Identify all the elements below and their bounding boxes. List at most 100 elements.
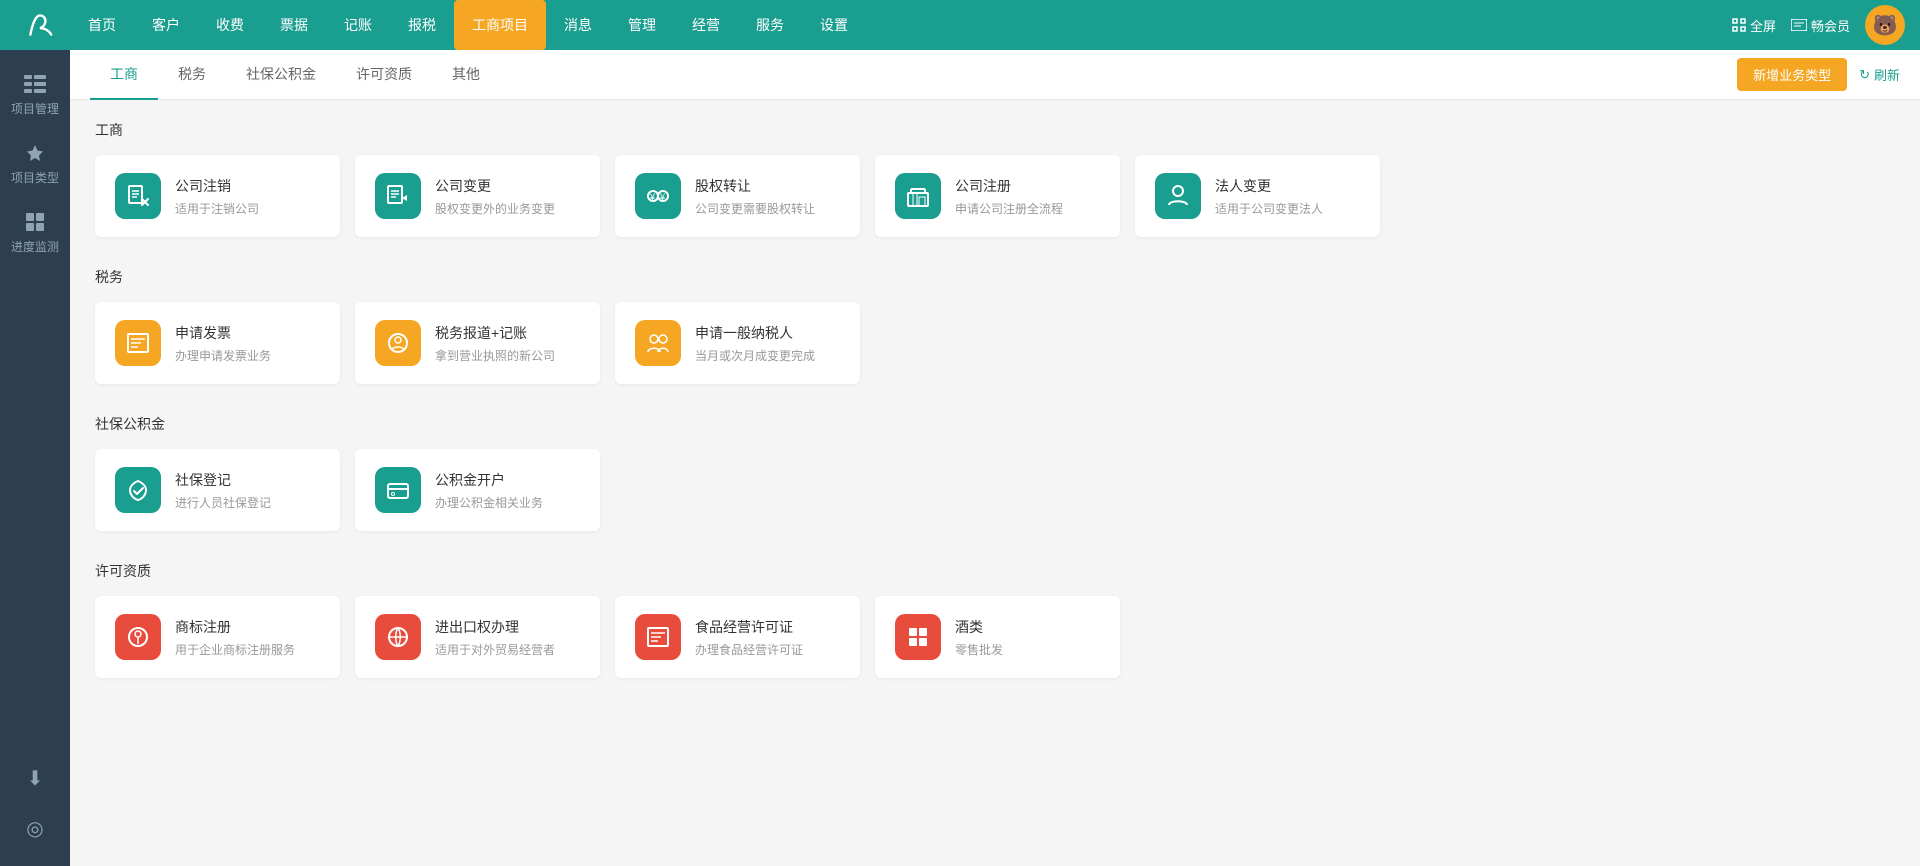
fullscreen-label: 全屏 (1750, 16, 1776, 35)
import-export-desc: 适用于对外贸易经营者 (435, 641, 555, 658)
nav-service[interactable]: 服务 (738, 0, 802, 50)
card-import-export[interactable]: 进出口权办理 适用于对外贸易经营者 (355, 596, 600, 678)
sidebar-item-project-type[interactable]: 项目类型 (0, 129, 70, 198)
company-cancel-desc: 适用于注销公司 (175, 200, 259, 217)
company-change-desc: 股权变更外的业务变更 (435, 200, 555, 217)
company-cancel-text: 公司注销 适用于注销公司 (175, 176, 259, 217)
card-company-cancel[interactable]: 公司注销 适用于注销公司 (95, 155, 340, 237)
svg-text:¥: ¥ (649, 192, 656, 202)
nav-manage[interactable]: 管理 (610, 0, 674, 50)
liquor-icon (895, 614, 941, 660)
card-equity-transfer[interactable]: ¥¥ 股权转让 公司变更需要股权转让 (615, 155, 860, 237)
nav-message[interactable]: 消息 (546, 0, 610, 50)
card-social-insurance[interactable]: 社保登记 进行人员社保登记 (95, 449, 340, 531)
tax-report-desc: 拿到营业执照的新公司 (435, 347, 555, 364)
section-title-license: 许可资质 (95, 561, 1895, 581)
tax-report-icon (375, 320, 421, 366)
company-change-icon (375, 173, 421, 219)
tax-cards-grid: 申请发票 办理申请发票业务 税务报道+记账 拿到营业执照的新公司 (95, 302, 1895, 384)
sidebar-download-btn[interactable]: ⬇ (0, 756, 70, 801)
sidebar: 项目管理 项目类型 进度监测 ⬇ ◎ (0, 50, 70, 866)
refresh-button[interactable]: ↻ 刷新 (1859, 65, 1900, 84)
scroll-content: 工商 公司注销 适用于注销公司 (70, 100, 1920, 866)
card-food-license[interactable]: 食品经营许可证 办理食品经营许可证 (615, 596, 860, 678)
add-type-button[interactable]: 新增业务类型 (1737, 58, 1847, 91)
tab-other[interactable]: 其他 (432, 50, 500, 100)
company-register-text: 公司注册 申请公司注册全流程 (955, 176, 1063, 217)
tab-tax[interactable]: 税务 (158, 50, 226, 100)
tab-actions: 新增业务类型 ↻ 刷新 (1737, 58, 1900, 91)
company-register-title: 公司注册 (955, 176, 1063, 196)
card-tax-report[interactable]: 税务报道+记账 拿到营业执照的新公司 (355, 302, 600, 384)
card-general-taxpayer[interactable]: 申请一般纳税人 当月或次月成变更完成 (615, 302, 860, 384)
tab-business[interactable]: 工商 (90, 50, 158, 100)
trademark-icon (115, 614, 161, 660)
company-change-text: 公司变更 股权变更外的业务变更 (435, 176, 555, 217)
card-company-register[interactable]: 公司注册 申请公司注册全流程 (875, 155, 1120, 237)
invoice-apply-title: 申请发票 (175, 323, 271, 343)
nav-business[interactable]: 工商项目 (454, 0, 546, 50)
sidebar-item-progress[interactable]: 进度监测 (0, 198, 70, 267)
section-title-tax: 税务 (95, 267, 1895, 287)
nav-ticket[interactable]: 票据 (262, 0, 326, 50)
social-cards-grid: 社保登记 进行人员社保登记 公积金开户 办理公积金相关业务 (95, 449, 1895, 531)
nav-accounting[interactable]: 记账 (326, 0, 390, 50)
liquor-title: 酒类 (955, 617, 1003, 637)
fund-account-icon (375, 467, 421, 513)
nav-tax-report[interactable]: 报税 (390, 0, 454, 50)
social-insurance-title: 社保登记 (175, 470, 271, 490)
member-btn[interactable]: 畅会员 (1791, 16, 1850, 35)
import-export-icon (375, 614, 421, 660)
fund-account-desc: 办理公积金相关业务 (435, 494, 543, 511)
card-trademark[interactable]: 商标注册 用于企业商标注册服务 (95, 596, 340, 678)
nav-customer[interactable]: 客户 (134, 0, 198, 50)
general-taxpayer-icon (635, 320, 681, 366)
tax-report-text: 税务报道+记账 拿到营业执照的新公司 (435, 323, 555, 364)
food-license-title: 食品经营许可证 (695, 617, 803, 637)
nav-home[interactable]: 首页 (70, 0, 134, 50)
tab-license[interactable]: 许可资质 (336, 50, 432, 100)
food-license-icon (635, 614, 681, 660)
company-change-title: 公司变更 (435, 176, 555, 196)
section-title-social: 社保公积金 (95, 414, 1895, 434)
card-company-change[interactable]: 公司变更 股权变更外的业务变更 (355, 155, 600, 237)
company-register-icon (895, 173, 941, 219)
top-navigation: 首页 客户 收费 票据 记账 报税 工商项目 消息 管理 经营 服务 设置 全屏… (0, 0, 1920, 50)
license-cards-grid: 商标注册 用于企业商标注册服务 进出口权办理 适用于对外贸易经营者 (95, 596, 1895, 678)
legal-change-desc: 适用于公司变更法人 (1215, 200, 1323, 217)
trademark-text: 商标注册 用于企业商标注册服务 (175, 617, 295, 658)
nav-operation[interactable]: 经营 (674, 0, 738, 50)
nav-fee[interactable]: 收费 (198, 0, 262, 50)
legal-change-icon (1155, 173, 1201, 219)
company-cancel-icon (115, 173, 161, 219)
card-fund-account[interactable]: 公积金开户 办理公积金相关业务 (355, 449, 600, 531)
card-liquor[interactable]: 酒类 零售批发 (875, 596, 1120, 678)
sidebar-label-progress: 进度监测 (11, 238, 59, 255)
card-invoice-apply[interactable]: 申请发票 办理申请发票业务 (95, 302, 340, 384)
section-title-business: 工商 (95, 120, 1895, 140)
progress-icon (23, 210, 47, 234)
trademark-desc: 用于企业商标注册服务 (175, 641, 295, 658)
sidebar-settings-btn[interactable]: ◎ (0, 806, 70, 851)
social-insurance-desc: 进行人员社保登记 (175, 494, 271, 511)
nav-settings[interactable]: 设置 (802, 0, 866, 50)
sidebar-item-project-management[interactable]: 项目管理 (0, 60, 70, 129)
fullscreen-btn[interactable]: 全屏 (1732, 16, 1776, 35)
social-insurance-icon (115, 467, 161, 513)
legal-change-text: 法人变更 适用于公司变更法人 (1215, 176, 1323, 217)
food-license-text: 食品经营许可证 办理食品经营许可证 (695, 617, 803, 658)
project-type-icon (23, 141, 47, 165)
tab-social-insurance[interactable]: 社保公积金 (226, 50, 336, 100)
refresh-icon: ↻ (1859, 67, 1870, 83)
invoice-apply-text: 申请发票 办理申请发票业务 (175, 323, 271, 364)
member-label: 畅会员 (1811, 16, 1850, 35)
trademark-title: 商标注册 (175, 617, 295, 637)
import-export-text: 进出口权办理 适用于对外贸易经营者 (435, 617, 555, 658)
mascot-avatar: 🐻 (1865, 5, 1905, 45)
card-legal-change[interactable]: 法人变更 适用于公司变更法人 (1135, 155, 1380, 237)
company-register-desc: 申请公司注册全流程 (955, 200, 1063, 217)
equity-transfer-desc: 公司变更需要股权转让 (695, 200, 815, 217)
nav-items: 首页 客户 收费 票据 记账 报税 工商项目 消息 管理 经营 服务 设置 (70, 0, 1732, 50)
liquor-text: 酒类 零售批发 (955, 617, 1003, 658)
equity-transfer-text: 股权转让 公司变更需要股权转让 (695, 176, 815, 217)
